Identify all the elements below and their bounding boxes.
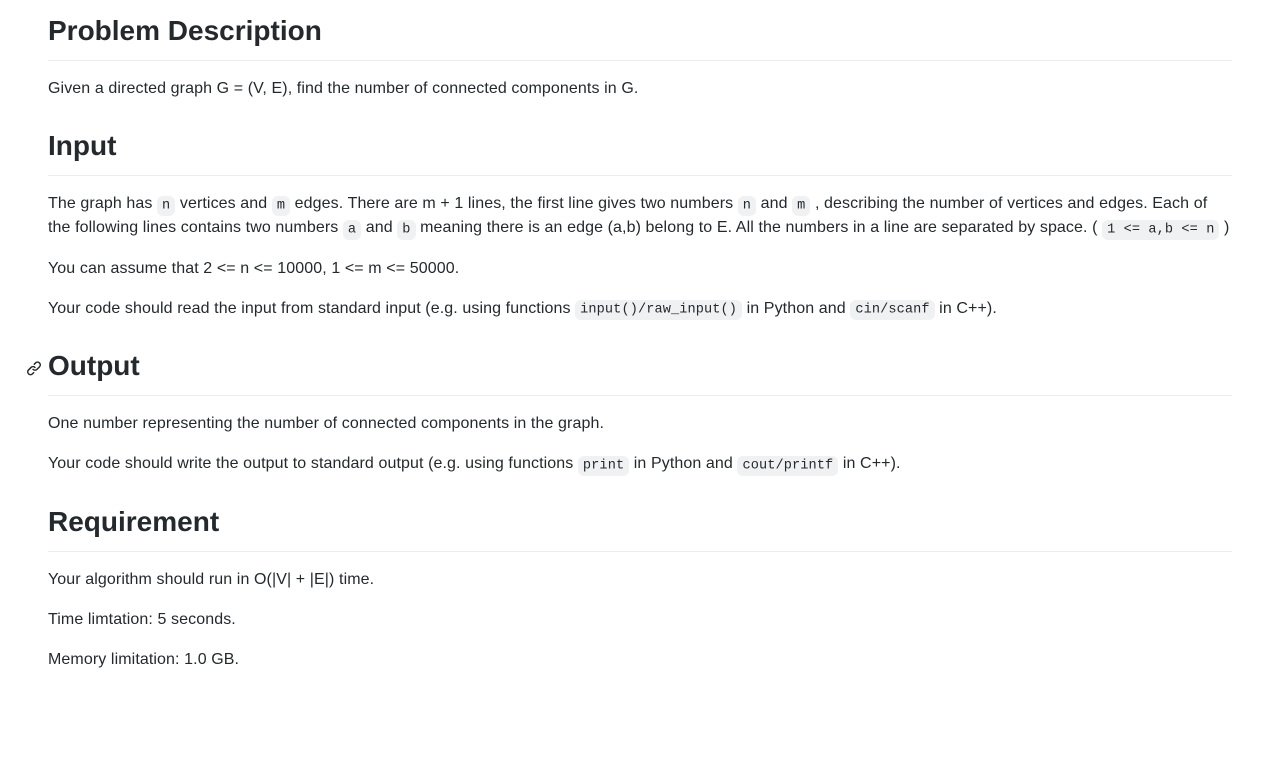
problem-document: Problem Description Given a directed gra… — [48, 10, 1232, 672]
paragraph-requirement-1: Your algorithm should run in O(|V| + |E|… — [48, 568, 1232, 592]
paragraph-output-2: Your code should write the output to sta… — [48, 452, 1232, 476]
code-a: a — [343, 220, 361, 240]
text: meaning there is an edge (a,b) belong to… — [416, 219, 1103, 236]
heading-problem-description: Problem Description — [48, 10, 1232, 61]
text: ) — [1219, 219, 1229, 236]
heading-requirement: Requirement — [48, 501, 1232, 552]
text: in C++). — [935, 300, 997, 317]
text: vertices and — [175, 195, 272, 212]
paragraph-requirement-2: Time limtation: 5 seconds. — [48, 608, 1232, 632]
text: edges. There are m + 1 lines, the first … — [290, 195, 738, 212]
paragraph-output-1: One number representing the number of co… — [48, 412, 1232, 436]
heading-output-text: Output — [48, 350, 140, 381]
text: in Python and — [629, 455, 737, 472]
text: in C++). — [838, 455, 900, 472]
code-n: n — [738, 196, 756, 216]
text: Your code should read the input from sta… — [48, 300, 575, 317]
code-range: 1 <= a,b <= n — [1102, 220, 1219, 240]
text: The graph has — [48, 195, 157, 212]
link-icon[interactable] — [26, 361, 42, 377]
paragraph-requirement-3: Memory limitation: 1.0 GB. — [48, 648, 1232, 672]
paragraph-input-2: You can assume that 2 <= n <= 10000, 1 <… — [48, 257, 1232, 281]
code-m: m — [792, 196, 810, 216]
heading-output: Output — [48, 345, 1232, 396]
paragraph-input-3: Your code should read the input from sta… — [48, 297, 1232, 321]
code-b: b — [397, 220, 415, 240]
heading-input: Input — [48, 125, 1232, 176]
text: and — [361, 219, 397, 236]
text: in Python and — [742, 300, 850, 317]
code-print: print — [578, 456, 629, 476]
paragraph-input-1: The graph has n vertices and m edges. Th… — [48, 192, 1232, 241]
paragraph-problem-description: Given a directed graph G = (V, E), find … — [48, 77, 1232, 101]
code-m: m — [272, 196, 290, 216]
code-cin: cin/scanf — [850, 300, 934, 320]
code-input-fn: input()/raw_input() — [575, 300, 742, 320]
code-cout: cout/printf — [737, 456, 838, 476]
code-n: n — [157, 196, 175, 216]
text: and — [756, 195, 792, 212]
text: Your code should write the output to sta… — [48, 455, 578, 472]
